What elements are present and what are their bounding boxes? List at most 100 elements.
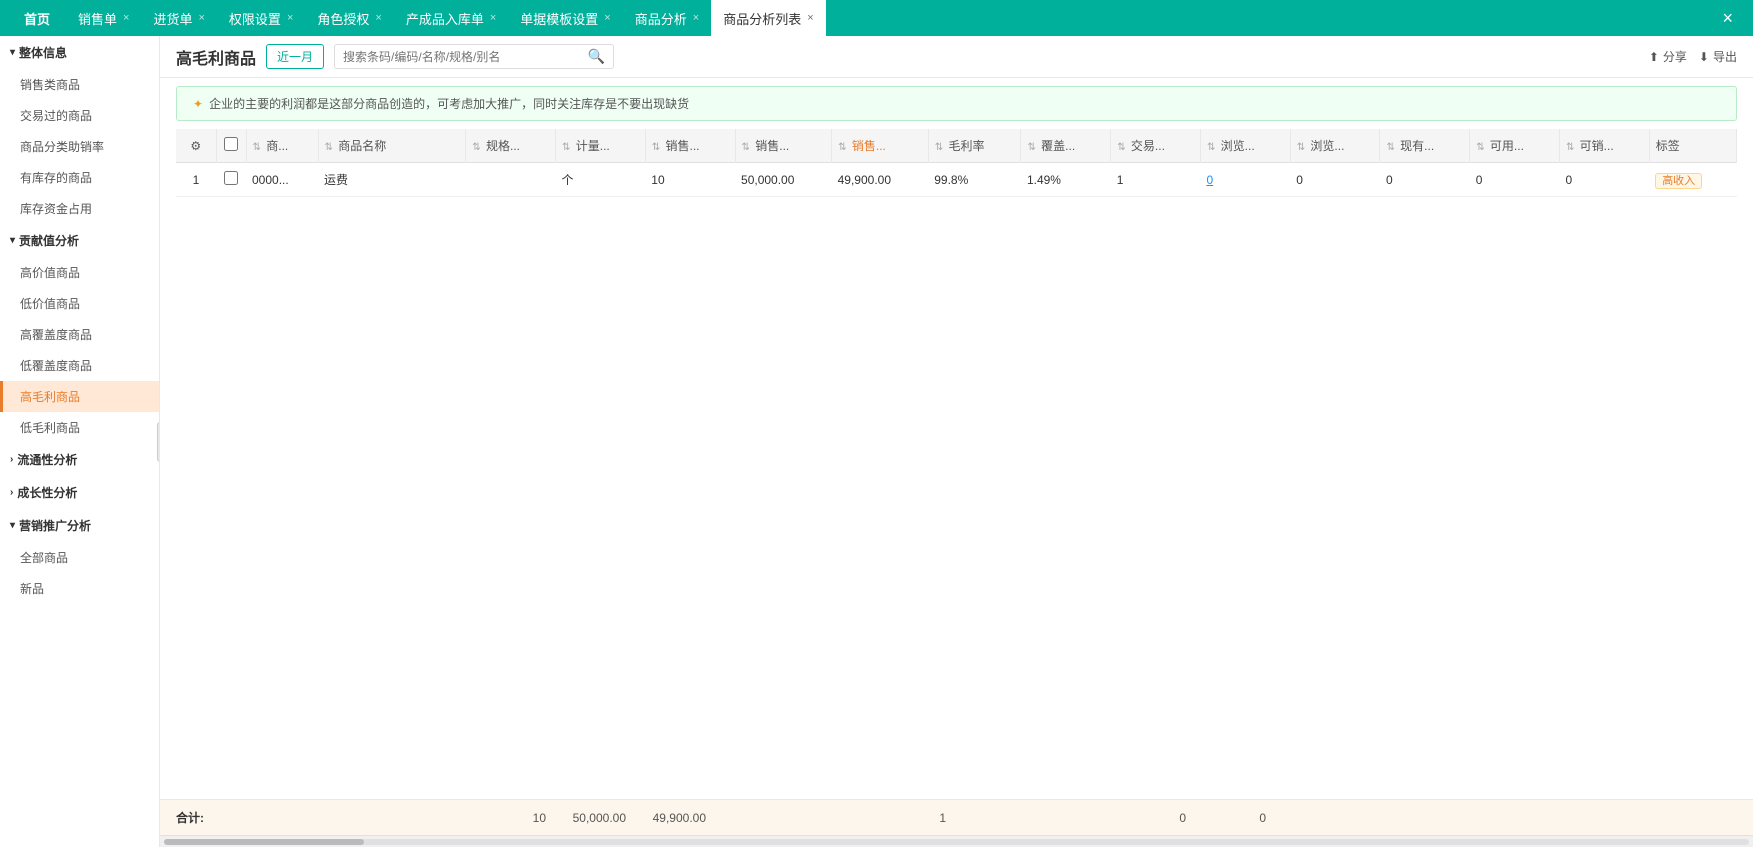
col-sellable[interactable]: ⇅ 可销... (1559, 129, 1649, 163)
sidebar-item-all-goods[interactable]: 全部商品 (0, 542, 159, 573)
col-sales2[interactable]: ⇅ 销售... (735, 129, 832, 163)
close-all-tabs-button[interactable]: × (1710, 8, 1745, 29)
sidebar-item-high-margin[interactable]: 高毛利商品 (0, 381, 159, 412)
col-unit[interactable]: ⇅ 计量... (556, 129, 646, 163)
table-row: 1 0000... 运费 个 10 50,000.00 49,900.00 99… (176, 163, 1737, 197)
sidebar-group-liquidity[interactable]: › 流通性分析 (0, 443, 159, 476)
search-icon[interactable]: 🔍 (588, 48, 605, 65)
sort-transactions-icon: ⇅ (1117, 142, 1125, 153)
sort-spec-icon: ⇅ (472, 142, 480, 153)
select-all-checkbox[interactable] (224, 137, 238, 151)
row-index: 1 (176, 163, 216, 197)
col-sales1[interactable]: ⇅ 销售... (645, 129, 735, 163)
scrollbar-thumb[interactable] (164, 839, 364, 845)
sort-browse1-icon: ⇅ (1207, 142, 1215, 153)
sidebar-item-new-goods[interactable]: 新品 (0, 573, 159, 604)
sidebar-group-contribution[interactable]: ▾ 贡献值分析 (0, 224, 159, 257)
filter-recent-month-button[interactable]: 近一月 (266, 44, 324, 69)
col-sales3[interactable]: ⇅ 销售... (832, 129, 929, 163)
share-button[interactable]: ⬆ 分享 (1649, 48, 1687, 65)
col-tag: 标签 (1649, 129, 1736, 163)
table-header-row: ⚙ ⇅ 商... ⇅ 商品名称 (176, 129, 1737, 163)
table-footer: 合计: 10 50,000.00 49,900.00 1 0 0 (160, 799, 1753, 835)
expand-contribution-icon: ▾ (10, 235, 15, 246)
col-checkbox (216, 129, 246, 163)
row-checkbox[interactable] (224, 171, 238, 185)
nav-item-finished-goods[interactable]: 产成品入库单 × (394, 0, 508, 36)
col-coverage[interactable]: ⇅ 覆盖... (1021, 129, 1111, 163)
search-input[interactable] (343, 50, 588, 64)
nav-item-doc-template[interactable]: 单据模板设置 × (508, 0, 622, 36)
settings-icon[interactable]: ⚙ (190, 139, 201, 153)
footer-empty1 (712, 811, 792, 825)
row-browse1[interactable]: 0 (1200, 163, 1290, 197)
row-sales3: 49,900.00 (832, 163, 929, 197)
col-available[interactable]: ⇅ 可用... (1470, 129, 1560, 163)
horizontal-scrollbar[interactable] (160, 835, 1753, 847)
row-name: 运费 (318, 163, 466, 197)
sidebar-group-overall[interactable]: ▾ 整体信息 (0, 36, 159, 69)
close-goods-analysis-list-icon[interactable]: × (807, 12, 813, 24)
nav-item-roleperm[interactable]: 角色授权 × (305, 0, 393, 36)
sidebar-item-stock-capital[interactable]: 库存资金占用 (0, 193, 159, 224)
row-coverage: 1.49% (1021, 163, 1111, 197)
col-name[interactable]: ⇅ 商品名称 (318, 129, 466, 163)
sidebar-item-high-value[interactable]: 高价值商品 (0, 257, 159, 288)
main-layout: ▾ 整体信息 销售类商品 交易过的商品 商品分类助销率 有库存的商品 库存资金占… (0, 36, 1753, 847)
sidebar-item-low-coverage[interactable]: 低覆盖度商品 (0, 350, 159, 381)
col-current[interactable]: ⇅ 现有... (1380, 129, 1470, 163)
row-current: 0 (1380, 163, 1470, 197)
sort-sales1-icon: ⇅ (652, 142, 660, 153)
sidebar-item-low-margin[interactable]: 低毛利商品 (0, 412, 159, 443)
sidebar-item-in-stock-goods[interactable]: 有库存的商品 (0, 162, 159, 193)
col-gross-rate[interactable]: ⇅ 毛利率 (928, 129, 1021, 163)
sidebar-item-goods-category-assist[interactable]: 商品分类助销率 (0, 131, 159, 162)
share-icon: ⬆ (1649, 50, 1659, 64)
sidebar-item-low-value[interactable]: 低价值商品 (0, 288, 159, 319)
footer-available: 0 (1192, 811, 1272, 825)
footer-sales3: 49,900.00 (632, 811, 712, 825)
export-button[interactable]: ⬇ 导出 (1699, 48, 1737, 65)
close-salesorder-icon[interactable]: × (123, 12, 129, 24)
close-roleperm-icon[interactable]: × (375, 12, 381, 24)
nav-item-permsettings[interactable]: 权限设置 × (217, 0, 305, 36)
col-spec[interactable]: ⇅ 规格... (466, 129, 556, 163)
nav-item-salesorder[interactable]: 销售单 × (66, 0, 141, 36)
sidebar-item-sales-goods[interactable]: 销售类商品 (0, 69, 159, 100)
close-finished-goods-icon[interactable]: × (490, 12, 496, 24)
nav-item-purchase[interactable]: 进货单 × (141, 0, 216, 36)
nav-item-goods-analysis-list[interactable]: 商品分析列表 × (711, 0, 825, 36)
col-settings[interactable]: ⚙ (176, 129, 216, 163)
close-purchase-icon[interactable]: × (198, 12, 204, 24)
sort-name-icon: ⇅ (325, 142, 333, 153)
sort-sales2-icon: ⇅ (742, 142, 750, 153)
data-table: ⚙ ⇅ 商... ⇅ 商品名称 (176, 129, 1737, 197)
sidebar-group-growth[interactable]: › 成长性分析 (0, 476, 159, 509)
search-box: 🔍 (334, 44, 614, 69)
close-goods-analysis-icon[interactable]: × (693, 12, 699, 24)
footer-sales1: 10 (472, 811, 552, 825)
info-icon: ✦ (193, 97, 203, 111)
export-icon: ⬇ (1699, 50, 1709, 64)
row-transactions: 1 (1111, 163, 1201, 197)
sidebar-collapse-button[interactable]: « (157, 422, 160, 462)
sidebar-item-traded-goods[interactable]: 交易过的商品 (0, 100, 159, 131)
expand-overall-icon: ▾ (10, 47, 15, 58)
col-transactions[interactable]: ⇅ 交易... (1111, 129, 1201, 163)
sort-sales3-icon: ⇅ (838, 142, 846, 153)
sidebar-item-high-coverage[interactable]: 高覆盖度商品 (0, 319, 159, 350)
row-sellable: 0 (1559, 163, 1649, 197)
nav-item-goods-analysis[interactable]: 商品分析 × (623, 0, 711, 36)
footer-sales2: 50,000.00 (552, 811, 632, 825)
nav-home[interactable]: 首页 (8, 0, 66, 36)
sidebar-group-marketing[interactable]: ▾ 营销推广分析 (0, 509, 159, 542)
sort-coverage-icon: ⇅ (1027, 142, 1035, 153)
close-permsettings-icon[interactable]: × (287, 12, 293, 24)
col-code[interactable]: ⇅ 商... (246, 129, 318, 163)
sort-current-icon: ⇅ (1386, 142, 1394, 153)
close-doc-template-icon[interactable]: × (604, 12, 610, 24)
header-actions: ⬆ 分享 ⬇ 导出 (1649, 48, 1737, 65)
scrollbar-track (164, 839, 1749, 845)
col-browse1[interactable]: ⇅ 浏览... (1200, 129, 1290, 163)
col-browse2[interactable]: ⇅ 浏览... (1290, 129, 1380, 163)
